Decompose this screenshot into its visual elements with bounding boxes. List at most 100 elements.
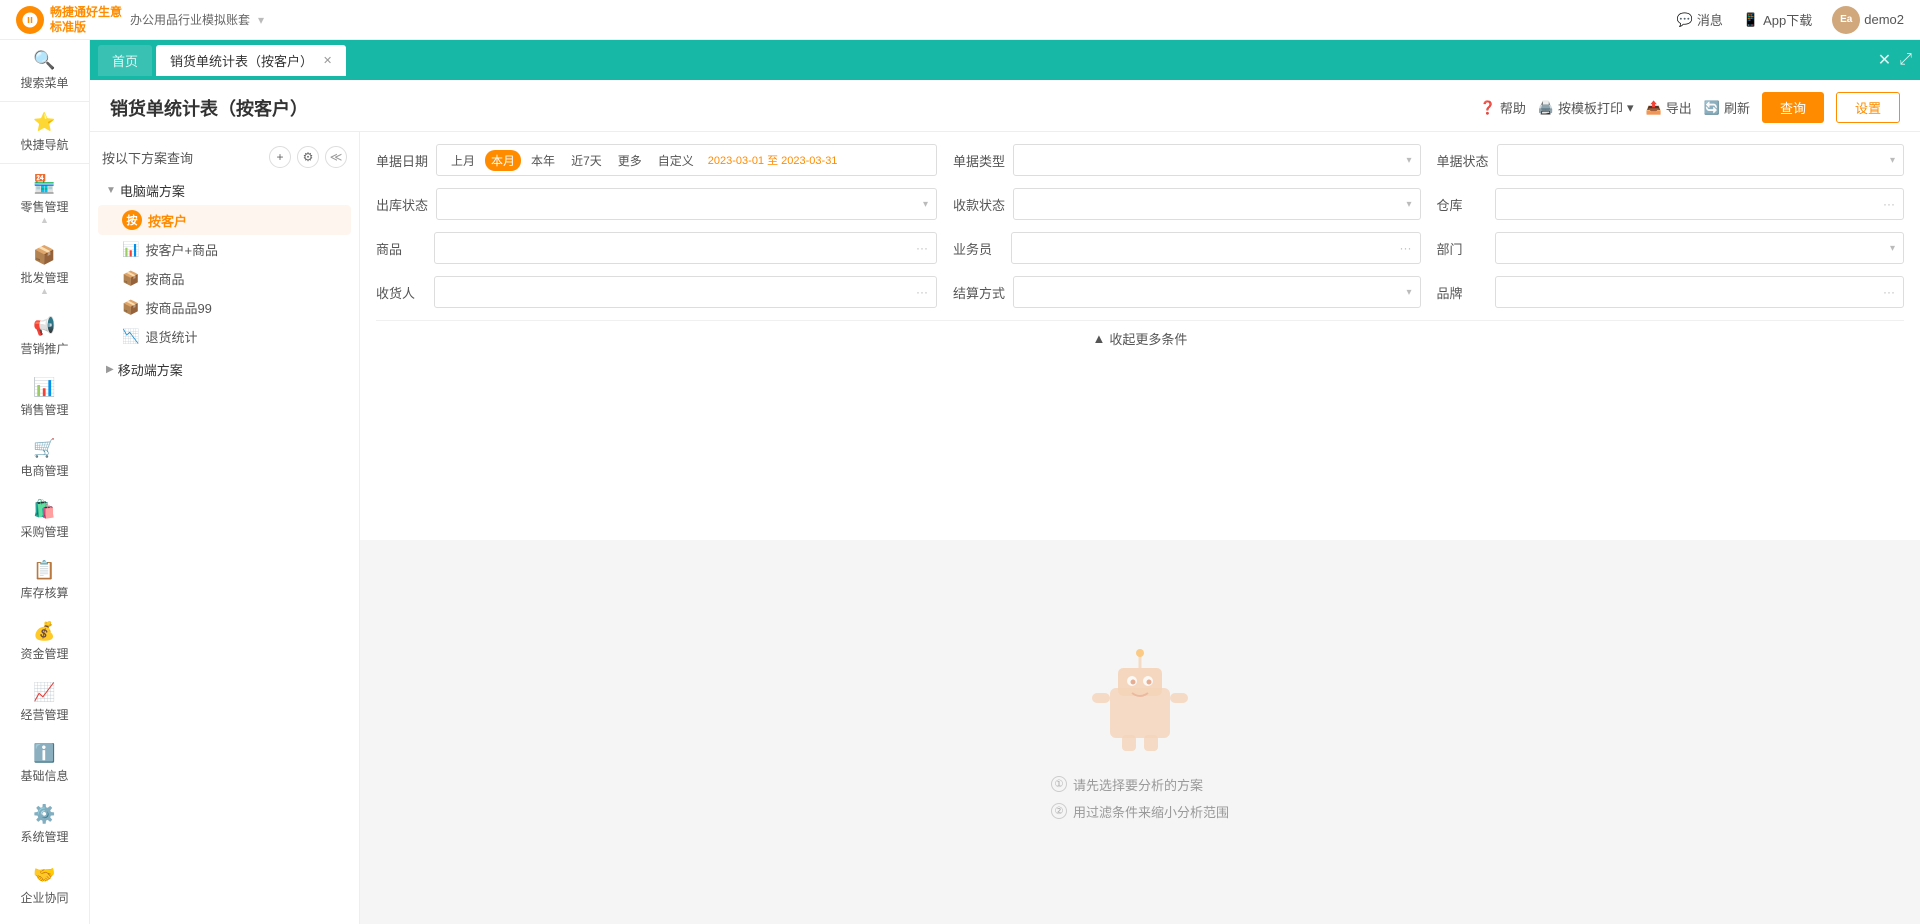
logo-icon bbox=[16, 6, 44, 34]
print-dropdown-icon: ▾ bbox=[1627, 100, 1634, 116]
sidebar-item-purchase[interactable]: 🛍️ 采购管理 bbox=[0, 489, 89, 550]
content-area: 首页 销货单统计表（按客户） ✕ ✕ ⤢ 销货单统计表（按客户） ❓ 帮助 bbox=[90, 40, 1920, 924]
page-actions: ❓ 帮助 🖨️ 按模板打印 ▾ 📤 导出 🔄 刷新 bbox=[1480, 92, 1900, 123]
sidebar-item-wholesale[interactable]: 📦 批发管理 ▲ bbox=[0, 235, 89, 306]
tab-close-all-btn[interactable]: ✕ bbox=[1878, 50, 1891, 70]
collapse-panel-btn[interactable]: ≪ bbox=[325, 146, 347, 168]
scheme-item-product[interactable]: 📦 按商品 bbox=[98, 264, 351, 293]
receiver-input[interactable]: ··· bbox=[434, 276, 937, 308]
sidebar-item-ecommerce[interactable]: 🛒 电商管理 bbox=[0, 428, 89, 489]
app-download-btn[interactable]: 📱 App下载 bbox=[1743, 10, 1812, 29]
scheme-item-return[interactable]: 📉 退货统计 bbox=[98, 322, 351, 351]
logo-area: 畅捷通好生意标准版 bbox=[16, 5, 122, 34]
scheme-tree: ▼ 电脑端方案 按 按客户 📊 按客户+商品 bbox=[90, 176, 359, 384]
collapse-more-btn[interactable]: ▲ 收起更多条件 bbox=[376, 320, 1904, 356]
sidebar-item-newbie[interactable]: 🎯 新手引导 bbox=[0, 916, 89, 924]
product-more-icon: ··· bbox=[916, 241, 928, 255]
order-type-label: 单据类型 bbox=[953, 151, 1005, 170]
subtitle-dropdown[interactable]: ▾ bbox=[258, 13, 264, 27]
filter-row-1: 单据日期 上月 本月 本年 近7天 更多 自定义 2023-03-01 至 20… bbox=[376, 144, 1904, 176]
message-btn[interactable]: 💬 消息 bbox=[1677, 10, 1723, 29]
settings-btn[interactable]: 设置 bbox=[1836, 92, 1900, 123]
order-type-input[interactable]: ▾ bbox=[1013, 144, 1420, 176]
date-btn-thismonth[interactable]: 本月 bbox=[485, 150, 521, 171]
sales-stats-tab-label: 销货单统计表（按客户） bbox=[170, 51, 313, 70]
receipt-status-input[interactable]: ▾ bbox=[1013, 188, 1420, 220]
scheme-item-by-customer[interactable]: 按 按客户 bbox=[98, 205, 351, 235]
sales-icon: 📊 bbox=[33, 377, 55, 398]
query-btn[interactable]: 查询 bbox=[1762, 92, 1824, 123]
scheme-group-desktop-header[interactable]: ▼ 电脑端方案 bbox=[98, 176, 351, 205]
app-container: 畅捷通好生意标准版 办公用品行业模拟账套 ▾ 💬 消息 📱 App下载 Ea d… bbox=[0, 0, 1920, 924]
filter-row-3: 商品 ··· 业务员 ··· bbox=[376, 232, 1904, 264]
user-area[interactable]: Ea demo2 bbox=[1832, 6, 1904, 34]
receipt-status-field: 收款状态 ▾ bbox=[953, 188, 1421, 220]
add-scheme-btn[interactable]: + bbox=[269, 146, 291, 168]
order-status-input[interactable]: ▾ bbox=[1497, 144, 1904, 176]
receiver-more-icon: ··· bbox=[916, 285, 928, 299]
sidebar-item-basic[interactable]: ℹ️ 基础信息 bbox=[0, 733, 89, 794]
message-icon: 💬 bbox=[1677, 12, 1693, 28]
scheme-item-customer-product[interactable]: 📊 按客户+商品 bbox=[98, 235, 351, 264]
tab-expand-btn[interactable]: ⤢ bbox=[1899, 51, 1912, 69]
tab-bar-actions: ✕ ⤢ bbox=[1878, 50, 1912, 70]
top-bar-left: 畅捷通好生意标准版 办公用品行业模拟账套 ▾ bbox=[16, 5, 264, 34]
tab-home[interactable]: 首页 bbox=[98, 45, 152, 76]
settlement-input[interactable]: ▾ bbox=[1013, 276, 1420, 308]
date-btn-last7[interactable]: 近7天 bbox=[565, 150, 608, 171]
date-btn-thisyear[interactable]: 本年 bbox=[525, 150, 561, 171]
out-status-input[interactable]: ▾ bbox=[436, 188, 937, 220]
warehouse-input[interactable]: ··· bbox=[1495, 188, 1905, 220]
scheme-item-product99[interactable]: 📦 按商品品99 bbox=[98, 293, 351, 322]
date-field: 单据日期 上月 本月 本年 近7天 更多 自定义 2023-03-01 至 20… bbox=[376, 144, 937, 176]
scheme-group-mobile-header[interactable]: ▶ 移动端方案 bbox=[98, 355, 351, 384]
sidebar-item-finance[interactable]: 💰 资金管理 bbox=[0, 611, 89, 672]
search-icon: 🔍 bbox=[33, 50, 55, 71]
marketing-icon: 📢 bbox=[33, 316, 55, 337]
filter-panel: 按以下方案查询 + ⚙ ≪ ▼ 电脑端方案 bbox=[90, 132, 360, 924]
active-indicator: 按 bbox=[122, 210, 142, 230]
date-btn-more[interactable]: 更多 bbox=[612, 150, 648, 171]
salesperson-input[interactable]: ··· bbox=[1011, 232, 1421, 264]
scheme-icon-product99: 📦 bbox=[122, 299, 139, 316]
sidebar-item-quicknav[interactable]: ⭐ 快捷导航 bbox=[0, 102, 89, 164]
help-btn[interactable]: ❓ 帮助 bbox=[1480, 98, 1526, 117]
department-input[interactable]: ▾ bbox=[1495, 232, 1905, 264]
brand-input[interactable]: ··· bbox=[1495, 276, 1905, 308]
refresh-btn[interactable]: 🔄 刷新 bbox=[1704, 98, 1750, 117]
wholesale-icon: 📦 bbox=[33, 245, 55, 266]
avatar: Ea bbox=[1832, 6, 1860, 34]
sidebar-item-system[interactable]: ⚙️ 系统管理 bbox=[0, 794, 89, 855]
sidebar-item-enterprise[interactable]: 🤝 企业协同 bbox=[0, 855, 89, 916]
page-header: 销货单统计表（按客户） ❓ 帮助 🖨️ 按模板打印 ▾ 📤 导出 bbox=[90, 80, 1920, 132]
product-field: 商品 ··· bbox=[376, 232, 937, 264]
order-status-dropdown-icon: ▾ bbox=[1890, 155, 1895, 166]
brand-field: 品牌 ··· bbox=[1437, 276, 1905, 308]
scheme-group-mobile: ▶ 移动端方案 bbox=[98, 355, 351, 384]
tab-close-btn[interactable]: ✕ bbox=[323, 54, 332, 67]
export-btn[interactable]: 📤 导出 bbox=[1646, 98, 1692, 117]
expand-triangle-mobile-icon: ▶ bbox=[106, 364, 114, 375]
sidebar-item-retail[interactable]: 🏪 零售管理 ▲ bbox=[0, 164, 89, 235]
settlement-label: 结算方式 bbox=[953, 283, 1005, 302]
date-btn-custom[interactable]: 自定义 bbox=[652, 150, 700, 171]
filter-panel-title: 按以下方案查询 bbox=[102, 148, 193, 167]
filter-panel-header: 按以下方案查询 + ⚙ ≪ bbox=[90, 142, 359, 176]
sidebar-item-sales[interactable]: 📊 销售管理 bbox=[0, 367, 89, 428]
order-type-dropdown-icon: ▾ bbox=[1406, 155, 1411, 166]
sidebar-item-marketing[interactable]: 📢 营销推广 bbox=[0, 306, 89, 367]
sidebar-item-inventory[interactable]: 📋 库存核算 bbox=[0, 550, 89, 611]
tab-sales-stats[interactable]: 销货单统计表（按客户） ✕ bbox=[156, 45, 346, 76]
settlement-dropdown-icon: ▾ bbox=[1406, 287, 1411, 298]
date-selector[interactable]: 上月 本月 本年 近7天 更多 自定义 2023-03-01 至 2023-03… bbox=[436, 144, 937, 176]
scheme-settings-btn[interactable]: ⚙ bbox=[297, 146, 319, 168]
empty-tips: ① 请先选择要分析的方案 ② 用过滤条件来缩小分析范围 bbox=[1051, 775, 1229, 821]
date-btn-lastmonth[interactable]: 上月 bbox=[445, 150, 481, 171]
sidebar-item-search[interactable]: 🔍 搜索菜单 bbox=[0, 40, 89, 102]
sidebar-item-operations[interactable]: 📈 经营管理 bbox=[0, 672, 89, 733]
home-tab-label: 首页 bbox=[112, 51, 138, 70]
product-input[interactable]: ··· bbox=[434, 232, 937, 264]
print-btn[interactable]: 🖨️ 按模板打印 ▾ bbox=[1538, 98, 1634, 117]
operations-icon: 📈 bbox=[33, 682, 55, 703]
department-label: 部门 bbox=[1437, 239, 1487, 258]
